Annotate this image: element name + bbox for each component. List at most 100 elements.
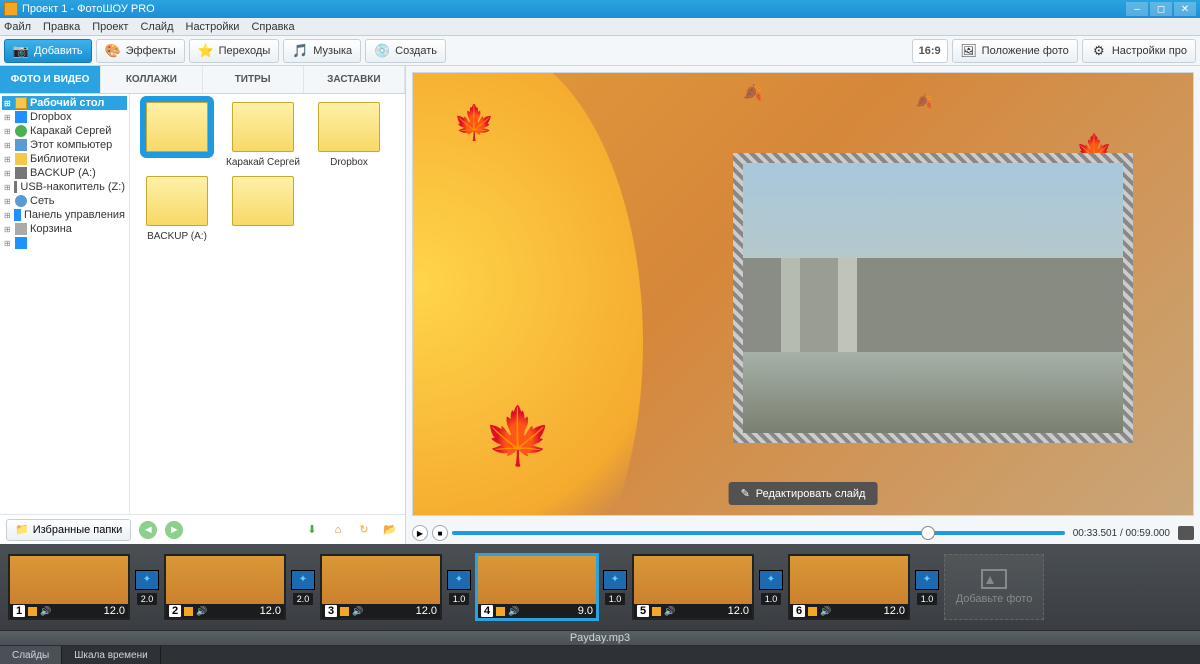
- folder-thumb[interactable]: BACKUP (A:): [138, 176, 216, 242]
- download-icon[interactable]: ⬇: [303, 521, 321, 539]
- speaker-icon[interactable]: 🔊: [352, 606, 363, 617]
- tab-timescale[interactable]: Шкала времени: [62, 646, 160, 664]
- timeline-clip[interactable]: 2🔊12.0: [164, 554, 286, 620]
- tree-item[interactable]: [2, 236, 127, 250]
- transition-slot[interactable]: ✦1.0: [910, 559, 944, 615]
- tree-item[interactable]: Dropbox: [2, 110, 127, 124]
- edit-icon[interactable]: [28, 607, 37, 616]
- disc-icon: 💿: [374, 43, 390, 59]
- toolbar: 📷Добавить 🎨Эффекты ⭐Переходы 🎵Музыка 💿Со…: [0, 36, 1200, 66]
- tab-collages[interactable]: КОЛЛАЖИ: [101, 66, 202, 93]
- timeline-clip[interactable]: 6🔊12.0: [788, 554, 910, 620]
- edit-icon[interactable]: [184, 607, 193, 616]
- music-button[interactable]: 🎵Музыка: [283, 39, 361, 63]
- tab-intros[interactable]: ЗАСТАВКИ: [304, 66, 405, 93]
- transition-slot[interactable]: ✦1.0: [442, 559, 476, 615]
- speaker-icon[interactable]: 🔊: [664, 606, 675, 617]
- edit-slide-button[interactable]: ✎Редактировать слайд: [729, 482, 878, 505]
- speaker-icon[interactable]: 🔊: [820, 606, 831, 617]
- minimize-button[interactable]: –: [1126, 2, 1148, 16]
- folder-icon: [15, 223, 27, 235]
- menu-project[interactable]: Проект: [92, 21, 128, 33]
- folder-icon: [15, 237, 27, 249]
- timeline-clip[interactable]: 1🔊12.0: [8, 554, 130, 620]
- effects-button[interactable]: 🎨Эффекты: [96, 39, 185, 63]
- create-button[interactable]: 💿Создать: [365, 39, 446, 63]
- preview-canvas: 🍁 🍁 🍂 🍁 🍂 ✎Редактировать слайд: [412, 72, 1194, 516]
- maximize-button[interactable]: ◻: [1150, 2, 1172, 16]
- folder-thumb[interactable]: Каракай Сергей: [224, 102, 302, 168]
- tree-item[interactable]: Библиотеки: [2, 152, 127, 166]
- tree-item[interactable]: Панель управления: [2, 208, 127, 222]
- playback-bar: ▶ ■ 00:33.501 / 00:59.000: [406, 522, 1200, 544]
- favorites-button[interactable]: 📁Избранные папки: [6, 519, 131, 541]
- folder-icon: 📁: [15, 523, 29, 536]
- pencil-icon: ✎: [741, 487, 750, 500]
- seek-slider[interactable]: [452, 531, 1065, 535]
- timeline-clip[interactable]: 4🔊9.0: [476, 554, 598, 620]
- snapshot-icon[interactable]: [1178, 526, 1194, 540]
- speaker-icon[interactable]: 🔊: [40, 606, 51, 617]
- tree-item[interactable]: Каракай Сергей: [2, 124, 127, 138]
- tab-titles[interactable]: ТИТРЫ: [203, 66, 304, 93]
- home-icon[interactable]: ⌂: [329, 521, 347, 539]
- audio-track[interactable]: Payday.mp3: [0, 630, 1200, 646]
- timeline: 1🔊12.0✦2.02🔊12.0✦2.03🔊12.0✦1.04🔊9.0✦1.05…: [0, 544, 1200, 630]
- edit-icon[interactable]: [496, 607, 505, 616]
- source-tabs: ФОТО И ВИДЕО КОЛЛАЖИ ТИТРЫ ЗАСТАВКИ: [0, 66, 405, 94]
- timeline-clip[interactable]: 3🔊12.0: [320, 554, 442, 620]
- menubar: Файл Правка Проект Слайд Настройки Справ…: [0, 18, 1200, 36]
- app-icon: [4, 2, 18, 16]
- titlebar: Проект 1 - ФотоШОУ PRO – ◻ ✕: [0, 0, 1200, 18]
- tree-item[interactable]: Корзина: [2, 222, 127, 236]
- folder-icon: [15, 167, 27, 179]
- tree-item[interactable]: Сеть: [2, 194, 127, 208]
- nav-forward-icon[interactable]: ►: [165, 521, 183, 539]
- tree-item[interactable]: Рабочий стол: [2, 96, 127, 110]
- speaker-icon[interactable]: 🔊: [196, 606, 207, 617]
- close-button[interactable]: ✕: [1174, 2, 1196, 16]
- folder-tree: Рабочий столDropboxКаракай СергейЭтот ко…: [0, 94, 130, 514]
- refresh-icon[interactable]: ↻: [355, 521, 373, 539]
- tab-slides[interactable]: Слайды: [0, 646, 62, 664]
- photo-position-button[interactable]: 🖼Положение фото: [952, 39, 1078, 63]
- aspect-ratio[interactable]: 16:9: [912, 39, 948, 63]
- transition-slot[interactable]: ✦2.0: [286, 559, 320, 615]
- transition-slot[interactable]: ✦1.0: [598, 559, 632, 615]
- edit-icon[interactable]: [808, 607, 817, 616]
- speaker-icon[interactable]: 🔊: [508, 606, 519, 617]
- add-photo-slot[interactable]: Добавьте фото: [944, 554, 1044, 620]
- tab-photo-video[interactable]: ФОТО И ВИДЕО: [0, 66, 101, 93]
- folder-icon: [14, 181, 18, 193]
- menu-settings[interactable]: Настройки: [186, 21, 240, 33]
- project-settings-button[interactable]: ⚙Настройки про: [1082, 39, 1196, 63]
- note-icon: 🎵: [292, 43, 308, 59]
- folder-thumb[interactable]: [224, 176, 302, 242]
- play-button[interactable]: ▶: [412, 525, 428, 541]
- folder-thumb[interactable]: [138, 102, 216, 168]
- nav-back-icon[interactable]: ◄: [139, 521, 157, 539]
- transition-slot[interactable]: ✦2.0: [130, 559, 164, 615]
- stop-button[interactable]: ■: [432, 525, 448, 541]
- tree-item[interactable]: Этот компьютер: [2, 138, 127, 152]
- folder-thumb[interactable]: Dropbox: [310, 102, 388, 168]
- transitions-button[interactable]: ⭐Переходы: [189, 39, 280, 63]
- tree-item[interactable]: BACKUP (A:): [2, 166, 127, 180]
- folder-icon: [15, 111, 27, 123]
- timeline-clip[interactable]: 5🔊12.0: [632, 554, 754, 620]
- open-folder-icon[interactable]: 📂: [381, 521, 399, 539]
- folder-icon: [14, 209, 21, 221]
- image-placeholder-icon: [981, 569, 1007, 589]
- transition-slot[interactable]: ✦1.0: [754, 559, 788, 615]
- menu-edit[interactable]: Правка: [43, 21, 80, 33]
- menu-help[interactable]: Справка: [251, 21, 294, 33]
- folder-icon: [15, 97, 27, 109]
- tree-item[interactable]: USB-накопитель (Z:): [2, 180, 127, 194]
- add-button[interactable]: 📷Добавить: [4, 39, 92, 63]
- folder-icon: [15, 195, 27, 207]
- menu-file[interactable]: Файл: [4, 21, 31, 33]
- edit-icon[interactable]: [652, 607, 661, 616]
- menu-slide[interactable]: Слайд: [140, 21, 173, 33]
- photo-frame[interactable]: [733, 153, 1133, 443]
- edit-icon[interactable]: [340, 607, 349, 616]
